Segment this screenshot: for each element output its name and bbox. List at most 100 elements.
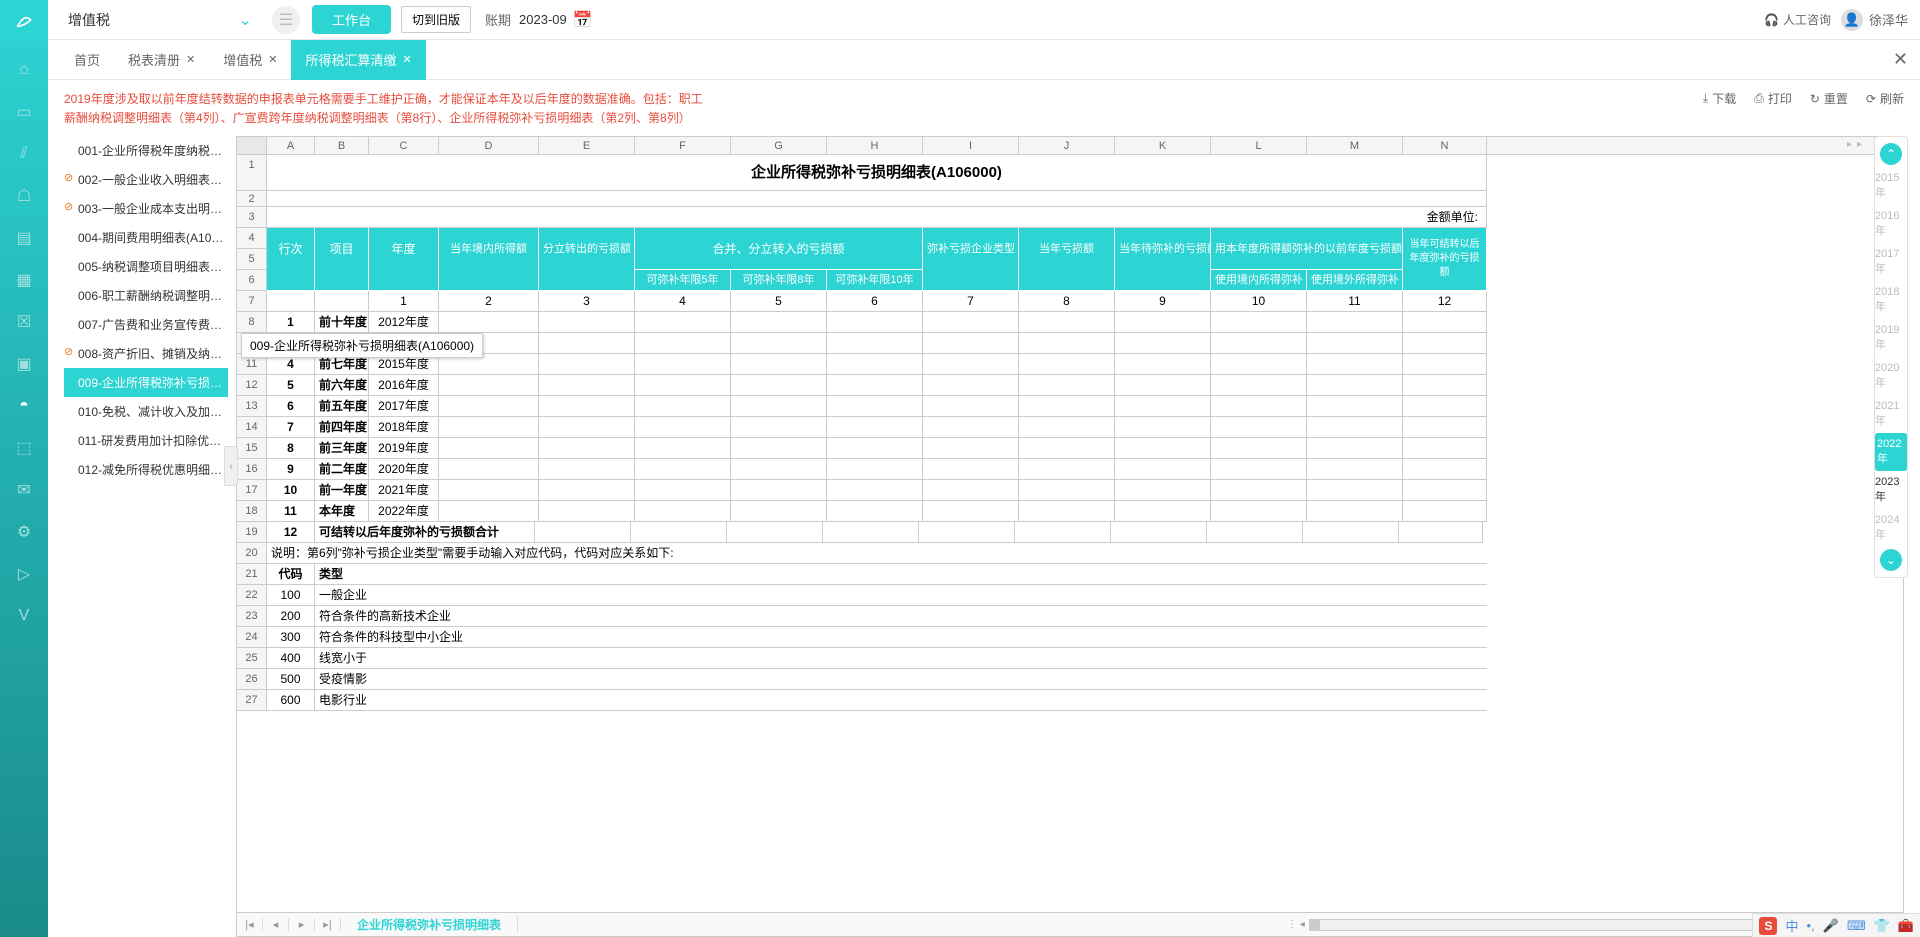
row-no[interactable]: 9 bbox=[267, 459, 315, 480]
nav-list-icon[interactable]: ▤ bbox=[14, 228, 34, 248]
year-item[interactable]: 2019年 bbox=[1875, 319, 1907, 357]
col-header[interactable]: E bbox=[539, 137, 635, 154]
year-item[interactable]: 2017年 bbox=[1875, 243, 1907, 281]
close-icon[interactable]: ✕ bbox=[403, 53, 412, 66]
year-cell[interactable]: 2022年度 bbox=[369, 501, 439, 522]
note-code[interactable]: 200 bbox=[267, 606, 315, 627]
sheet-tab[interactable]: 企业所得税弥补亏损明细表 bbox=[341, 916, 518, 933]
col-num[interactable]: 1 bbox=[369, 291, 439, 312]
item-cell[interactable]: 前十年度 bbox=[315, 312, 369, 333]
item-cell[interactable]: 本年度 bbox=[315, 501, 369, 522]
ime-punct-icon[interactable]: •, bbox=[1807, 918, 1815, 933]
note-code[interactable]: 100 bbox=[267, 585, 315, 606]
switch-old-button[interactable]: 切到旧版 bbox=[401, 6, 471, 33]
form-item-007[interactable]: 007-广告费和业务宣传费跨... bbox=[64, 310, 228, 339]
note-code[interactable]: 500 bbox=[267, 669, 315, 690]
form-item-002[interactable]: 002-一般企业收入明细表(A... bbox=[64, 165, 228, 194]
form-item-004[interactable]: 004-期间费用明细表(A1040... bbox=[64, 223, 228, 252]
note-type[interactable]: 符合条件的高新技术企业 bbox=[315, 606, 1487, 627]
refresh-button[interactable]: ⟳刷新 bbox=[1866, 90, 1904, 107]
col-header[interactable]: F bbox=[635, 137, 731, 154]
col-header[interactable]: A bbox=[267, 137, 315, 154]
sheet-nav-first[interactable]: |◂ bbox=[237, 918, 263, 931]
col-num[interactable]: 11 bbox=[1307, 291, 1403, 312]
year-cell[interactable]: 2016年度 bbox=[369, 375, 439, 396]
item-cell[interactable]: 前四年度 bbox=[315, 417, 369, 438]
row-header[interactable]: 15 bbox=[237, 438, 267, 459]
row-header[interactable]: 8 bbox=[237, 312, 267, 333]
nav-chart-icon[interactable]: ⫽ bbox=[14, 144, 34, 164]
user-menu[interactable]: 👤 徐泽华 bbox=[1841, 9, 1908, 31]
year-item[interactable]: 2018年 bbox=[1875, 281, 1907, 319]
row-no[interactable]: 10 bbox=[267, 480, 315, 501]
col-header[interactable]: G bbox=[731, 137, 827, 154]
note-type[interactable]: 线宽小于 bbox=[315, 648, 1487, 669]
nav-v-icon[interactable]: V bbox=[14, 606, 34, 626]
row-header[interactable]: 24 bbox=[237, 627, 267, 648]
year-cell[interactable]: 2019年度 bbox=[369, 438, 439, 459]
year-up-icon[interactable]: ⌃ bbox=[1880, 143, 1902, 165]
col-num[interactable]: 8 bbox=[1019, 291, 1115, 312]
row-no[interactable]: 6 bbox=[267, 396, 315, 417]
year-cell[interactable]: 2018年度 bbox=[369, 417, 439, 438]
row-header[interactable]: 22 bbox=[237, 585, 267, 606]
nav-calendar-icon[interactable]: ▣ bbox=[14, 354, 34, 374]
year-cell[interactable]: 2017年度 bbox=[369, 396, 439, 417]
tab-vat[interactable]: 增值税✕ bbox=[209, 40, 291, 80]
ime-skin-icon[interactable]: 👕 bbox=[1874, 918, 1890, 934]
col-header[interactable]: N bbox=[1403, 137, 1487, 154]
workbench-button[interactable]: 工作台 bbox=[312, 5, 391, 34]
note-type[interactable]: 受疫情影 bbox=[315, 669, 1487, 690]
year-item[interactable]: 2022年 bbox=[1875, 433, 1907, 471]
row-no[interactable]: 5 bbox=[267, 375, 315, 396]
form-item-012[interactable]: 012-减免所得税优惠明细表(... bbox=[64, 455, 228, 484]
col-header[interactable]: D bbox=[439, 137, 539, 154]
nav-bag-icon[interactable]: ☖ bbox=[14, 186, 34, 206]
note-type[interactable]: 一般企业 bbox=[315, 585, 1487, 606]
row-header[interactable]: 12 bbox=[237, 375, 267, 396]
nav-current-icon[interactable]: ◓ bbox=[14, 396, 34, 416]
row-header[interactable]: 26 bbox=[237, 669, 267, 690]
expand-right2-icon[interactable]: ▸ bbox=[1857, 139, 1867, 153]
select-all-corner[interactable] bbox=[237, 137, 267, 154]
col-header[interactable]: K bbox=[1115, 137, 1211, 154]
col-header[interactable]: H bbox=[827, 137, 923, 154]
total-label[interactable]: 可结转以后年度弥补的亏损额合计 bbox=[315, 522, 535, 543]
item-cell[interactable]: 前三年度 bbox=[315, 438, 369, 459]
col-num[interactable]: 12 bbox=[1403, 291, 1487, 312]
row-header[interactable]: 13 bbox=[237, 396, 267, 417]
year-item[interactable]: 2020年 bbox=[1875, 357, 1907, 395]
year-item[interactable]: 2021年 bbox=[1875, 395, 1907, 433]
note-code[interactable]: 300 bbox=[267, 627, 315, 648]
year-item[interactable]: 2023年 bbox=[1875, 471, 1907, 509]
sheet-nav-last[interactable]: ▸| bbox=[315, 918, 341, 931]
ime-mic-icon[interactable]: 🎤 bbox=[1823, 918, 1839, 934]
col-header[interactable]: C bbox=[369, 137, 439, 154]
year-item[interactable]: 2015年 bbox=[1875, 167, 1907, 205]
year-cell[interactable]: 2012年度 bbox=[369, 312, 439, 333]
col-header[interactable]: I bbox=[923, 137, 1019, 154]
collapse-handle[interactable]: ‹ bbox=[224, 446, 238, 486]
round-action-button[interactable]: ☰ bbox=[272, 6, 300, 34]
row-header[interactable]: 21 bbox=[237, 564, 267, 585]
form-item-006[interactable]: 006-职工薪酬纳税调整明细... bbox=[64, 281, 228, 310]
row-no[interactable]: 7 bbox=[267, 417, 315, 438]
year-cell[interactable]: 2021年度 bbox=[369, 480, 439, 501]
sheet-nav-prev[interactable]: ◂ bbox=[263, 918, 289, 931]
close-icon[interactable]: ✕ bbox=[186, 53, 195, 66]
ime-tool-icon[interactable]: 🧰 bbox=[1898, 918, 1914, 934]
form-item-001[interactable]: 001-企业所得税年度纳税申... bbox=[64, 136, 228, 165]
nav-mail-icon[interactable]: ✉ bbox=[14, 480, 34, 500]
form-item-010[interactable]: 010-免税、减计收入及加计... bbox=[64, 397, 228, 426]
nav-settings-icon[interactable]: ⚙ bbox=[14, 522, 34, 542]
col-num[interactable]: 9 bbox=[1115, 291, 1211, 312]
col-num[interactable]: 7 bbox=[923, 291, 1019, 312]
nav-video-icon[interactable]: ▷ bbox=[14, 564, 34, 584]
nav-export-icon[interactable]: ⬚ bbox=[14, 438, 34, 458]
period-value[interactable]: 2023-09 bbox=[519, 12, 567, 27]
consult-button[interactable]: 🎧 人工咨询 bbox=[1764, 11, 1831, 28]
item-cell[interactable]: 前五年度 bbox=[315, 396, 369, 417]
col-header[interactable]: B bbox=[315, 137, 369, 154]
col-header[interactable]: M bbox=[1307, 137, 1403, 154]
nav-report-icon[interactable]: ▦ bbox=[14, 270, 34, 290]
